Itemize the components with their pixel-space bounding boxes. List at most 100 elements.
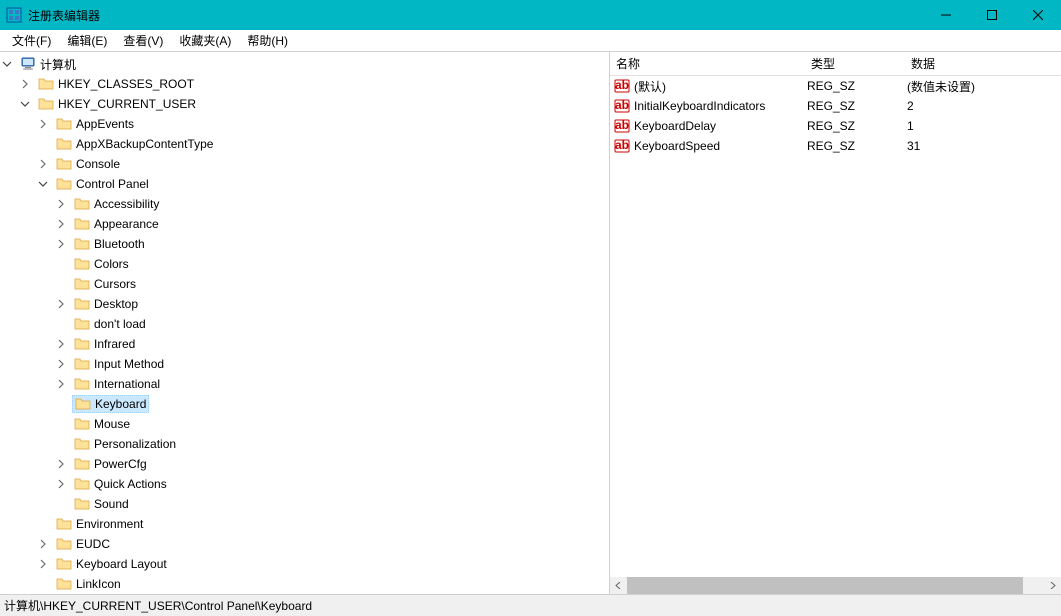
value-name: KeyboardDelay [634,119,716,133]
folder-icon [74,356,90,372]
menu-edit[interactable]: 编辑(E) [59,30,115,51]
tree-node-label: Accessibility [94,197,159,211]
menubar: 文件(F) 编辑(E) 查看(V) 收藏夹(A) 帮助(H) [0,30,1061,52]
scroll-right-button[interactable] [1044,577,1061,594]
tree-node-accessibility[interactable]: Accessibility [2,194,609,214]
scroll-track[interactable] [627,577,1044,594]
tree-node-label: LinkIcon [76,577,121,591]
tree-node-label: Mouse [94,417,130,431]
values-list[interactable]: ab(默认)REG_SZ(数值未设置)abInitialKeyboardIndi… [610,76,1061,577]
folder-icon [74,276,90,292]
folder-icon [74,216,90,232]
svg-text:ab: ab [615,78,629,92]
menu-favorites[interactable]: 收藏夹(A) [171,30,239,51]
menu-help[interactable]: 帮助(H) [239,30,296,51]
column-header-data[interactable]: 数据 [905,51,1061,76]
folder-icon [56,536,72,552]
tree-node-appevents[interactable]: AppEvents [2,114,609,134]
value-data: 1 [905,119,1061,133]
expander-icon[interactable] [56,459,72,469]
folder-icon [38,76,54,92]
folder-icon [74,256,90,272]
tree-node-environment[interactable]: Environment [2,514,609,534]
values-h-scrollbar[interactable] [610,577,1061,594]
tree-node-desktop[interactable]: Desktop [2,294,609,314]
tree-node-linkicon[interactable]: LinkIcon [2,574,609,594]
expander-icon[interactable] [38,179,54,189]
tree-node-colors[interactable]: Colors [2,254,609,274]
value-data: 31 [905,139,1061,153]
tree-node-label: Cursors [94,277,136,291]
minimize-button[interactable] [923,0,969,30]
expander-icon[interactable] [56,199,72,209]
svg-text:ab: ab [615,138,629,152]
expander-icon[interactable] [56,239,72,249]
expander-icon[interactable] [56,479,72,489]
expander-icon[interactable] [38,119,54,129]
tree-node-label: Keyboard Layout [76,557,167,571]
value-name: KeyboardSpeed [634,139,720,153]
expander-icon[interactable] [2,59,18,69]
string-value-icon: ab [614,78,630,94]
statusbar: 计算机\HKEY_CURRENT_USER\Control Panel\Keyb… [0,594,1061,616]
value-type: REG_SZ [805,99,905,113]
tree-node-appearance[interactable]: Appearance [2,214,609,234]
column-header-type[interactable]: 类型 [805,51,905,76]
tree-node-eudc[interactable]: EUDC [2,534,609,554]
folder-icon [56,136,72,152]
statusbar-path: 计算机\HKEY_CURRENT_USER\Control Panel\Keyb… [4,597,312,614]
expander-icon[interactable] [38,159,54,169]
expander-icon[interactable] [56,359,72,369]
menu-file[interactable]: 文件(F) [4,30,59,51]
expander-icon[interactable] [56,299,72,309]
tree-node-mouse[interactable]: Mouse [2,414,609,434]
tree-node-cursors[interactable]: Cursors [2,274,609,294]
tree-root[interactable]: 计算机 [2,54,609,74]
tree-node-input-method[interactable]: Input Method [2,354,609,374]
tree-node-label: Control Panel [76,177,149,191]
tree-node-hkey-classes-root[interactable]: HKEY_CLASSES_ROOT [2,74,609,94]
expander-icon[interactable] [56,379,72,389]
expander-icon[interactable] [20,99,36,109]
expander-icon[interactable] [56,339,72,349]
value-row[interactable]: abInitialKeyboardIndicatorsREG_SZ2 [610,96,1061,116]
column-header-name[interactable]: 名称 [610,51,805,76]
maximize-button[interactable] [969,0,1015,30]
tree-node-infrared[interactable]: Infrared [2,334,609,354]
scroll-left-button[interactable] [610,577,627,594]
tree-node-quick-actions[interactable]: Quick Actions [2,474,609,494]
expander-icon[interactable] [56,219,72,229]
scroll-thumb[interactable] [627,577,1023,594]
tree-node-bluetooth[interactable]: Bluetooth [2,234,609,254]
tree-node-label: International [94,377,160,391]
expander-icon[interactable] [38,539,54,549]
tree-node-console[interactable]: Console [2,154,609,174]
tree-node-personalization[interactable]: Personalization [2,434,609,454]
tree-node-powercfg[interactable]: PowerCfg [2,454,609,474]
value-row[interactable]: abKeyboardSpeedREG_SZ31 [610,136,1061,156]
values-header: 名称 类型 数据 [610,52,1061,76]
tree-node-label: EUDC [76,537,110,551]
tree-node-hkey-current-user[interactable]: HKEY_CURRENT_USER [2,94,609,114]
value-row[interactable]: ab(默认)REG_SZ(数值未设置) [610,76,1061,96]
tree-node-international[interactable]: International [2,374,609,394]
folder-icon [74,196,90,212]
tree-node-sound[interactable]: Sound [2,494,609,514]
values-panel: 名称 类型 数据 ab(默认)REG_SZ(数值未设置)abInitialKey… [610,52,1061,594]
tree-node-keyboard[interactable]: Keyboard [2,394,609,414]
tree-view[interactable]: 计算机HKEY_CLASSES_ROOTHKEY_CURRENT_USERApp… [0,52,609,594]
close-button[interactable] [1015,0,1061,30]
tree-node-control-panel[interactable]: Control Panel [2,174,609,194]
content-area: 计算机HKEY_CLASSES_ROOTHKEY_CURRENT_USERApp… [0,52,1061,594]
folder-icon [74,336,90,352]
folder-icon [74,476,90,492]
value-row[interactable]: abKeyboardDelayREG_SZ1 [610,116,1061,136]
tree-node-keyboard-layout[interactable]: Keyboard Layout [2,554,609,574]
folder-icon [75,396,91,412]
expander-icon[interactable] [20,79,36,89]
tree-node-don-t-load[interactable]: don't load [2,314,609,334]
menu-view[interactable]: 查看(V) [115,30,171,51]
value-type: REG_SZ [805,79,905,93]
expander-icon[interactable] [38,559,54,569]
tree-node-appxbackupcontenttype[interactable]: AppXBackupContentType [2,134,609,154]
